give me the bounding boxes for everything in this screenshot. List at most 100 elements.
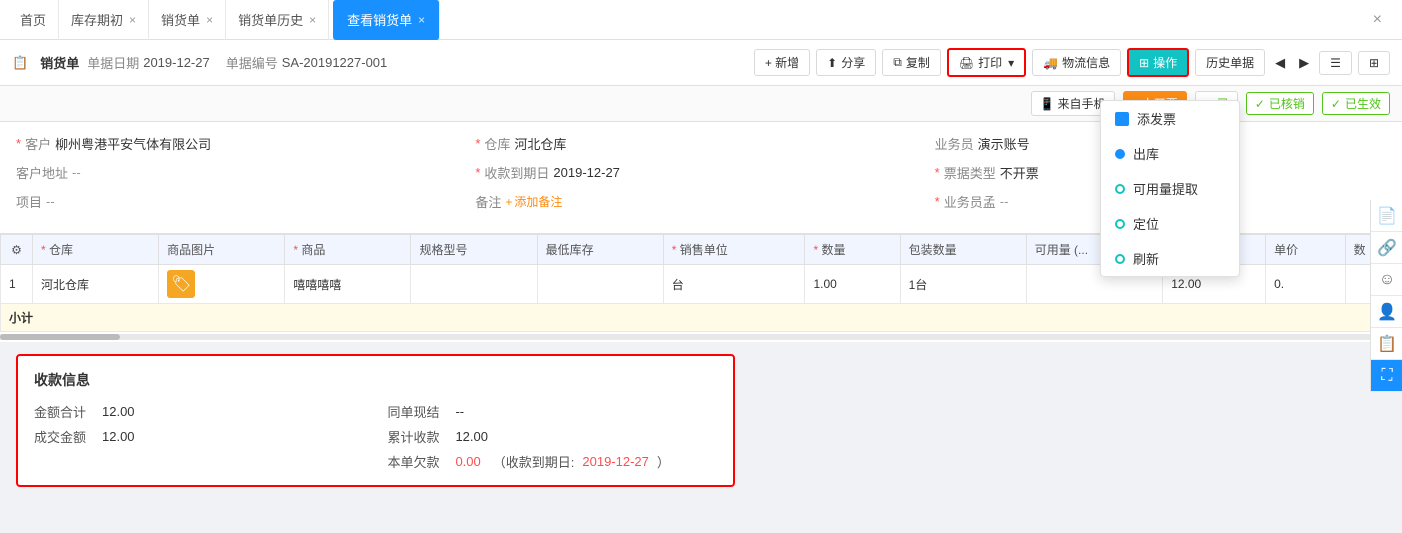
share-icon: ⬆ [827,56,837,70]
tab-sales-history[interactable]: 销货单历史 × [226,0,329,40]
history-button[interactable]: 历史单据 [1195,49,1265,76]
scroll-thumb[interactable] [0,334,120,340]
view-grid-button[interactable]: ⊞ [1358,51,1390,75]
check-circle-icon: ✓ [1255,97,1265,111]
doc-number-value: SA-20191227-001 [282,55,388,70]
transaction-row: 成交金额 12.00 [34,427,363,446]
operations-button[interactable]: ⊞ 操作 [1127,48,1189,77]
add-note-button[interactable]: 添加备注 [505,193,562,210]
td-product: 嘻嘻嘻嘻 [285,265,411,304]
tab-view-sales-order[interactable]: 查看销货单 × [333,0,440,40]
share-button[interactable]: ⬆ 分享 [816,49,876,76]
product-image: 🏷 [167,270,195,298]
sidebar-icon-1[interactable]: 📄 [1371,200,1402,232]
horizontal-scrollbar[interactable] [0,334,1402,340]
next-icon[interactable]: ▶ [1295,53,1313,73]
print-button[interactable]: 🖨 打印 ▾ [947,48,1026,77]
dropdown-refresh[interactable]: 刷新 [1101,241,1239,276]
toolbar-actions: + 新增 ⬆ 分享 ⧉ 复制 🖨 打印 ▾ 🚚 物流信息 ⊞ 操作 [754,48,1390,77]
subtotal-cell: 小计 [1,304,1402,332]
grid-icon: ⊞ [1139,56,1149,70]
status-canceled-badge: ✓ 已核销 [1246,92,1314,115]
tab-sales-order[interactable]: 销货单 × [149,0,226,40]
td-unit: 台 [663,265,805,304]
tab-close-sales[interactable]: × [206,13,213,27]
tab-bar: 首页 库存期初 × 销货单 × 销货单历史 × 查看销货单 × × [0,0,1402,40]
logistics-button[interactable]: 🚚 物流信息 [1032,49,1121,76]
payment-info-title: 收款信息 [34,370,717,390]
doc-date-field: 单据日期 2019-12-27 [87,53,210,72]
th-spec: 规格型号 [411,235,537,265]
td-image: 🏷 [159,265,285,304]
doc-meta: 单据日期 2019-12-27 单据编号 SA-20191227-001 [87,53,746,72]
copy-button[interactable]: ⧉ 复制 [882,49,941,76]
td-price: 0. [1266,265,1346,304]
prev-icon[interactable]: ◀ [1271,53,1289,73]
same-order-row: 同单现结 -- [387,402,716,421]
sidebar-icon-3[interactable]: ☺ [1371,264,1402,296]
subtotal-row: 小计 [1,304,1402,332]
truck-icon: 🚚 [1043,56,1058,70]
address-field: 客户地址 -- [16,163,467,182]
copy-icon: ⧉ [893,55,902,70]
payment-info-box: 收款信息 金额合计 12.00 同单现结 -- 成交金额 12.00 累计收款 … [16,354,735,487]
doc-title: 销货单 [40,53,79,72]
bottom-panel: 收款信息 金额合计 12.00 同单现结 -- 成交金额 12.00 累计收款 … [0,342,1402,499]
cumulative-row: 累计收款 12.00 [387,427,716,446]
td-spec [411,265,537,304]
project-field: 项目 -- [16,192,467,211]
tab-home[interactable]: 首页 [8,0,59,40]
outbound-icon [1115,149,1125,159]
view-list-button[interactable]: ☰ [1319,51,1352,75]
td-min-stock [537,265,663,304]
status-effective-badge: ✓ 已生效 [1322,92,1390,115]
window-close-button[interactable]: × [1361,11,1394,29]
doc-number-field: 单据编号 SA-20191227-001 [226,53,388,72]
doc-date-value: 2019-12-27 [143,55,210,70]
add-invoice-icon [1115,112,1129,126]
th-price: 单价 [1266,235,1346,265]
operations-dropdown: 添发票 出库 可用量提取 定位 刷新 [1100,100,1240,277]
dropdown-available-qty[interactable]: 可用量提取 [1101,171,1239,206]
right-sidebar: 📄 🔗 ☺ 👤 📋 ⛶ [1370,200,1402,392]
dropdown-location[interactable]: 定位 [1101,206,1239,241]
doc-icon: 📋 [12,55,28,71]
print-icon: 🖨 [959,56,974,70]
dropdown-outbound[interactable]: 出库 [1101,136,1239,171]
td-warehouse: 河北仓库 [33,265,159,304]
sidebar-icon-4[interactable]: 👤 [1371,296,1402,328]
refresh-icon [1115,254,1125,264]
warehouse-field: * 仓库 河北仓库 [475,134,926,153]
available-qty-icon [1115,184,1125,194]
due-date-field: * 收款到期日 2019-12-27 [475,163,926,182]
th-settings[interactable]: ⚙ [1,235,33,265]
th-image: 商品图片 [159,235,285,265]
new-button[interactable]: + 新增 [754,49,810,76]
dropdown-add-invoice[interactable]: 添发票 [1101,101,1239,136]
dropdown-arrow-icon: ▾ [1008,56,1014,70]
th-product: * 商品 [285,235,411,265]
td-pkg: 1台 [900,265,1026,304]
sidebar-icon-2[interactable]: 🔗 [1371,232,1402,264]
th-qty: * 数量 [805,235,900,265]
tab-close-inventory[interactable]: × [129,13,136,27]
th-unit: * 销售单位 [663,235,805,265]
tab-inventory-init[interactable]: 库存期初 × [59,0,149,40]
tab-close-view[interactable]: × [418,13,425,27]
mobile-icon: 📱 [1040,97,1055,111]
payment-info-grid: 金额合计 12.00 同单现结 -- 成交金额 12.00 累计收款 12.00… [34,402,717,471]
owed-row: 本单欠款 0.00 （收款到期日: 2019-12-27 ） [387,452,716,471]
note-field: 备注 添加备注 [475,192,926,211]
td-qty: 1.00 [805,265,900,304]
amount-total-row: 金额合计 12.00 [34,402,363,421]
main-toolbar: 📋 销货单 单据日期 2019-12-27 单据编号 SA-20191227-0… [0,40,1402,86]
sidebar-expand-icon[interactable]: ⛶ [1371,360,1402,392]
sidebar-icon-5[interactable]: 📋 [1371,328,1402,360]
th-min-stock: 最低库存 [537,235,663,265]
check-circle-icon2: ✓ [1331,97,1341,111]
th-pkg: 包装数量 [900,235,1026,265]
location-icon [1115,219,1125,229]
td-index: 1 [1,265,33,304]
tab-close-history[interactable]: × [309,13,316,27]
customer-field: * 客户 柳州粤港平安气体有限公司 [16,134,467,153]
